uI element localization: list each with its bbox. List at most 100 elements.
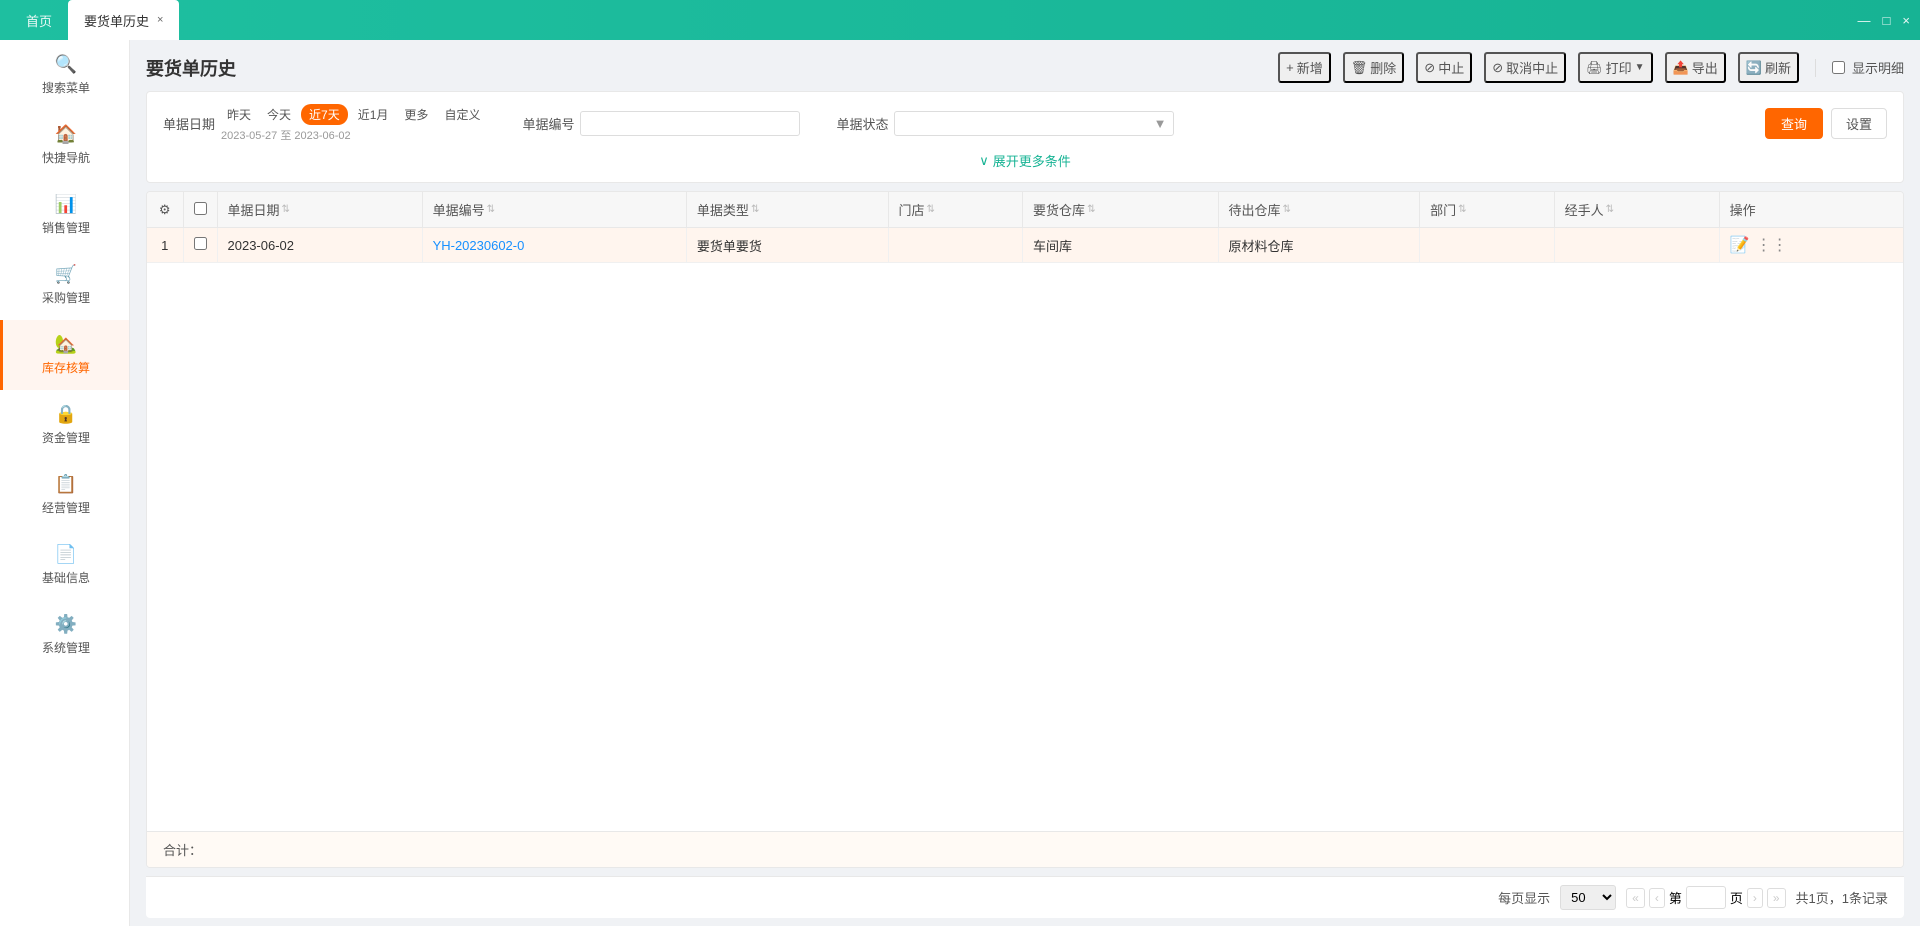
quick-nav-icon: 🏠 <box>55 124 77 145</box>
export-icon: 📤 <box>1673 60 1689 76</box>
date-custom[interactable]: 自定义 <box>438 104 486 125</box>
col-handler-label: 经手人 <box>1565 200 1604 219</box>
expand-more-row[interactable]: ∨ 展开更多条件 <box>163 151 1887 170</box>
date-range-text: 2023-05-27 至 2023-06-02 <box>221 127 486 143</box>
tab-home[interactable]: 首页 <box>10 0 68 40</box>
col-store: 门店 ⇅ <box>888 192 1023 228</box>
sidebar-item-label: 经营管理 <box>42 499 90 516</box>
status-select[interactable]: 全部 待审核 已审核 已中止 <box>894 111 1174 136</box>
row-edit-icon[interactable]: 📝 <box>1730 235 1750 255</box>
date-last1month[interactable]: 近1月 <box>352 104 395 125</box>
window-minimize-btn[interactable]: — <box>1858 13 1871 28</box>
page-unit: 页 <box>1730 888 1743 907</box>
window-close-btn[interactable]: × <box>1902 13 1910 28</box>
sort-dept-icon[interactable]: ⇅ <box>1458 204 1466 215</box>
sidebar-item-operations[interactable]: 📋 经营管理 <box>0 460 129 530</box>
col-pending-wh-label: 待出仓库 <box>1229 200 1281 219</box>
prev-page-btn[interactable]: ‹ <box>1649 888 1665 908</box>
row-checkbox[interactable] <box>194 237 207 250</box>
export-button[interactable]: 📤 导出 <box>1665 52 1726 83</box>
select-all-checkbox[interactable] <box>194 202 207 215</box>
sort-type-icon[interactable]: ⇅ <box>751 204 759 215</box>
delete-button[interactable]: 🗑 删除 <box>1343 52 1405 83</box>
expand-icon: ∨ <box>979 153 989 169</box>
row-no-link[interactable]: YH-20230602-0 <box>433 238 525 253</box>
display-detail-toggle[interactable]: 显示明细 <box>1832 58 1904 77</box>
purchase-icon: 🛒 <box>55 264 77 285</box>
main-layout: 🔍 搜索菜单 🏠 快捷导航 📊 销售管理 🛒 采购管理 🏡 库存核算 🔒 资金管… <box>0 40 1920 926</box>
sort-date-icon[interactable]: ⇅ <box>282 204 290 215</box>
last-page-btn[interactable]: » <box>1767 888 1786 908</box>
table-header-row: ⚙ 单据日期 ⇅ <box>147 192 1903 228</box>
suspend-button[interactable]: ⊘ 中止 <box>1416 52 1472 83</box>
refresh-button[interactable]: 🔄 刷新 <box>1738 52 1799 83</box>
row-checkbox-cell <box>183 228 217 263</box>
status-label: 单据状态 <box>836 114 888 133</box>
cancel-suspend-button[interactable]: ⊘ 取消中止 <box>1484 52 1566 83</box>
bill-no-filter: 单据编号 <box>522 111 800 136</box>
tab-requisition-history[interactable]: 要货单历史 × <box>68 0 179 40</box>
row-more-icon[interactable]: ⋮⋮ <box>1756 235 1788 255</box>
pagination-bar: 每页显示 20 50 100 « ‹ 第 1 页 › » 共1页，1条记录 <box>146 876 1904 918</box>
col-no: 单据编号 ⇅ <box>422 192 686 228</box>
refresh-icon: 🔄 <box>1746 60 1762 76</box>
col-date: 单据日期 ⇅ <box>217 192 422 228</box>
finance-icon: 🔒 <box>55 404 77 425</box>
row-pending-warehouse: 原材料仓库 <box>1218 228 1420 263</box>
col-type-label: 单据类型 <box>697 200 749 219</box>
query-button[interactable]: 查询 <box>1765 108 1823 139</box>
row-no[interactable]: YH-20230602-0 <box>422 228 686 263</box>
bill-no-input[interactable] <box>580 111 800 136</box>
sort-no-icon[interactable]: ⇅ <box>487 204 495 215</box>
sidebar-item-purchase-mgmt[interactable]: 🛒 采购管理 <box>0 250 129 320</box>
next-page-btn[interactable]: › <box>1747 888 1763 908</box>
date-more[interactable]: 更多 <box>398 104 434 125</box>
page-number-input[interactable]: 1 <box>1686 886 1726 909</box>
display-detail-checkbox[interactable] <box>1832 61 1845 74</box>
sidebar-item-quick-nav[interactable]: 🏠 快捷导航 <box>0 110 129 180</box>
sidebar-item-search-menu[interactable]: 🔍 搜索菜单 <box>0 40 129 110</box>
row-actions: 📝 ⋮⋮ <box>1719 228 1903 263</box>
row-store <box>888 228 1023 263</box>
sidebar-item-label: 基础信息 <box>42 569 90 586</box>
table-footer: 合计： <box>147 831 1903 867</box>
print-icon: 🖨 <box>1586 60 1603 76</box>
operations-icon: 📋 <box>55 474 77 495</box>
data-table: ⚙ 单据日期 ⇅ <box>147 192 1903 263</box>
row-index: 1 <box>147 228 183 263</box>
sort-pending-wh-icon[interactable]: ⇅ <box>1283 204 1291 215</box>
tab-close-icon[interactable]: × <box>157 14 163 26</box>
date-filter-label: 单据日期 <box>163 114 215 133</box>
page-nav: « ‹ 第 1 页 › » <box>1626 886 1785 909</box>
new-button[interactable]: + 新增 <box>1278 52 1331 83</box>
window-maximize-btn[interactable]: □ <box>1883 13 1891 28</box>
basic-info-icon: 📄 <box>55 544 77 565</box>
search-menu-icon: 🔍 <box>55 54 77 75</box>
bill-no-label: 单据编号 <box>522 114 574 133</box>
date-yesterday[interactable]: 昨天 <box>221 104 257 125</box>
settings-button[interactable]: 设置 <box>1831 108 1887 139</box>
sort-req-wh-icon[interactable]: ⇅ <box>1087 204 1095 215</box>
first-page-btn[interactable]: « <box>1626 888 1645 908</box>
sidebar-item-inventory[interactable]: 🏡 库存核算 <box>0 320 129 390</box>
date-last7days[interactable]: 近7天 <box>301 104 348 125</box>
col-handler: 经手人 ⇅ <box>1554 192 1719 228</box>
sales-icon: 📊 <box>55 194 77 215</box>
sidebar-item-sales-mgmt[interactable]: 📊 销售管理 <box>0 180 129 250</box>
col-dept: 部门 ⇅ <box>1420 192 1555 228</box>
page-total: 共1页，1条记录 <box>1796 888 1888 907</box>
sort-store-icon[interactable]: ⇅ <box>927 204 935 215</box>
col-dept-label: 部门 <box>1430 200 1456 219</box>
page-size-select[interactable]: 20 50 100 <box>1560 885 1616 910</box>
col-date-label: 单据日期 <box>228 200 280 219</box>
sidebar-item-finance[interactable]: 🔒 资金管理 <box>0 390 129 460</box>
sidebar-item-basic-info[interactable]: 📄 基础信息 <box>0 530 129 600</box>
col-no-label: 单据编号 <box>433 200 485 219</box>
col-settings[interactable]: ⚙ <box>147 192 183 228</box>
sidebar-item-label: 库存核算 <box>42 359 90 376</box>
sort-handler-icon[interactable]: ⇅ <box>1606 204 1614 215</box>
print-button[interactable]: 🖨 打印 ▼ <box>1578 52 1652 83</box>
sidebar-item-system-mgmt[interactable]: ⚙️ 系统管理 <box>0 600 129 670</box>
date-today[interactable]: 今天 <box>261 104 297 125</box>
page-title: 要货单历史 <box>146 55 1278 81</box>
